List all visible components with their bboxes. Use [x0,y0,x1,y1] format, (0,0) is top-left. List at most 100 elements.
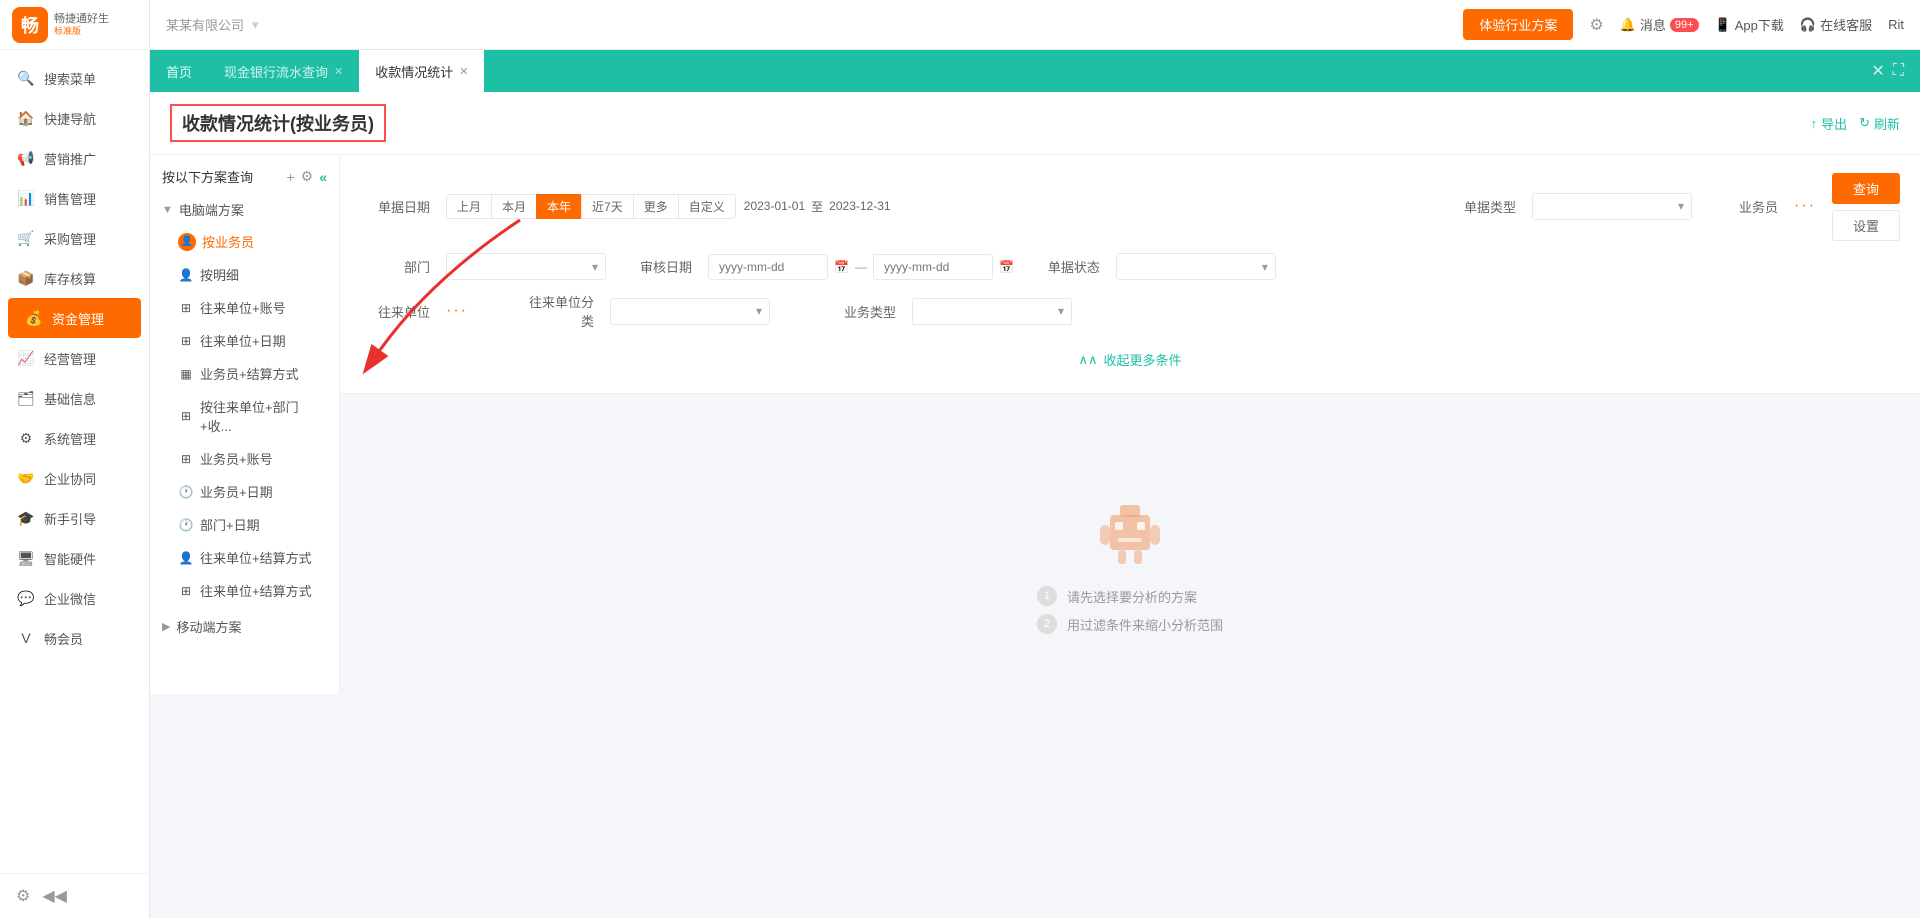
scheme-group-pc-header[interactable]: ▼ 电脑端方案 [150,194,339,225]
active-dot: 👤 [178,233,196,251]
filter-action-buttons: 查询 设置 [1832,171,1900,241]
dept-label: 部门 [360,257,430,276]
inventory-icon: 📦 [16,268,36,288]
doc-status-label: 单据状态 [1030,257,1100,276]
calendar-to-icon[interactable]: 📅 [999,260,1014,274]
sidebar-item-hardware[interactable]: 🖥 智能硬件 [0,538,149,578]
review-date-label: 审核日期 [622,257,692,276]
scheme-panel-wrapper: 按以下方案查询 + ⚙ « ▼ 电脑端方案 [150,155,1920,694]
review-date-from[interactable] [708,254,828,280]
doc-type-select[interactable] [1532,193,1692,220]
scheme-item-by-detail[interactable]: 👤 按明细 [150,258,339,291]
scheme-collapse-icon[interactable]: « [319,169,327,185]
date-tab-more[interactable]: 更多 [633,194,678,219]
logo-icon: 畅 [12,7,48,43]
scheme-item-by-salesman[interactable]: 👤 按业务员 [150,225,339,258]
sidebar-nav: 🔍 搜索菜单 🏠 快捷导航 📢 营销推广 📊 销售管理 🛒 采购管理 📦 [0,50,149,873]
collapse-sidebar-icon[interactable]: ◀◀ [42,886,67,906]
guide-icon: 🎓 [16,508,36,528]
sidebar-footer: ⚙ ◀◀ [0,873,149,918]
partner-dots[interactable]: ··· [446,302,468,320]
clock-icon: 🕐 [178,484,194,500]
tab-receipts-close[interactable]: ✕ [459,65,468,78]
sidebar-item-enterprise[interactable]: 🤝 企业协同 [0,458,149,498]
scheme-group-mobile: ▶ 移动端方案 [150,611,339,642]
sidebar-item-basic[interactable]: 🗂 基础信息 [0,378,149,418]
filter-row-date: 单据日期 上月 本月 本年 近7天 更多 自定义 [360,171,1900,241]
refresh-button[interactable]: ↻ 刷新 [1859,114,1900,133]
scheme-item-partner-settle2[interactable]: ⊞ 往来单位+结算方式 [150,574,339,607]
top-bar: 某某有限公司 ▾ 体验行业方案 ⚙ 🔔 消息 99+ 📱 App下载 🎧 在线客… [150,0,1920,50]
scheme-item-salesman-date[interactable]: 🕐 业务员+日期 [150,475,339,508]
collapse-up-icon: ∧∧ [1078,352,1097,368]
page-content: 收款情况统计(按业务员) ↑ 导出 ↻ 刷新 按以下方 [150,92,1920,918]
dept-select-wrapper [446,253,606,280]
scheme-item-partner-settle1[interactable]: 👤 往来单位+结算方式 [150,541,339,574]
user-avatar[interactable]: Rit [1888,17,1904,32]
tab-home[interactable]: 首页 [150,50,208,92]
tab-close-all-icon[interactable]: ✕ [1871,61,1884,81]
content-area: 1 请先选择要分析的方案 2 用过滤条件来缩小分析范围 [340,394,1920,694]
sidebar-item-guide[interactable]: 🎓 新手引导 [0,498,149,538]
online-service-btn[interactable]: 🎧 在线客服 [1800,15,1872,34]
sidebar-item-operation[interactable]: 📈 经营管理 [0,338,149,378]
date-tab-7days[interactable]: 近7天 [581,194,633,219]
tab-bank-close[interactable]: ✕ [334,65,343,78]
notification-btn[interactable]: 🔔 消息 99+ [1620,15,1699,34]
scheme-item-salesman-settle[interactable]: ▦ 业务员+结算方式 [150,357,339,390]
doc-type-label: 单据类型 [1446,197,1516,216]
review-date-range: 📅 — 📅 [708,254,1014,280]
sidebar-item-search[interactable]: 🔍 搜索菜单 [0,58,149,98]
scheme-item-partner-account[interactable]: ⊞ 往来单位+账号 [150,291,339,324]
clock2-icon: 🕐 [178,517,194,533]
scheme-item-salesman-account[interactable]: ⊞ 业务员+账号 [150,442,339,475]
doc-status-select[interactable] [1116,253,1276,280]
calendar-from-icon[interactable]: 📅 [834,260,849,274]
scheme-item-partner-date[interactable]: ⊞ 往来单位+日期 [150,324,339,357]
trial-button[interactable]: 体验行业方案 [1463,9,1573,40]
tab-fullscreen-icon[interactable]: ⛶ [1893,62,1904,80]
export-button[interactable]: ↑ 导出 [1811,114,1848,133]
sidebar-item-inventory[interactable]: 📦 库存核算 [0,258,149,298]
app-download-btn[interactable]: 📱 App下载 [1715,15,1784,34]
sidebar-item-purchase[interactable]: 🛒 采购管理 [0,218,149,258]
scheme-group-mobile-header[interactable]: ▶ 移动端方案 [150,611,339,642]
sidebar-item-quicknav[interactable]: 🏠 快捷导航 [0,98,149,138]
settings-icon[interactable]: ⚙ [1589,15,1603,35]
partner-category-select-wrapper [610,298,770,325]
sidebar-item-finance[interactable]: 💰 资金管理 [8,298,141,338]
filter-panel: 单据日期 上月 本月 本年 近7天 更多 自定义 [340,155,1920,394]
scheme-item-partner-dept[interactable]: ⊞ 按往来单位+部门+收... [150,390,339,442]
salesman-dots[interactable]: ··· [1794,197,1816,215]
date-tab-this-year[interactable]: 本年 [536,194,581,219]
date-tab-custom[interactable]: 自定义 [678,194,736,219]
system-icon: ⚙ [16,428,36,448]
sidebar-item-marketing[interactable]: 📢 营销推广 [0,138,149,178]
date-tab-last-month[interactable]: 上月 [446,194,491,219]
sidebar-item-vip[interactable]: V 畅会员 [0,618,149,658]
scheme-item-dept-date[interactable]: 🕐 部门+日期 [150,508,339,541]
biz-type-select[interactable] [912,298,1072,325]
sidebar-item-sales[interactable]: 📊 销售管理 [0,178,149,218]
settings-button[interactable]: 设置 [1832,210,1900,241]
date-range: 2023-01-01 至 2023-12-31 [744,198,891,215]
settings-footer-icon[interactable]: ⚙ [16,886,30,906]
search-icon: 🔍 [16,68,36,88]
breadcrumb: 某某有限公司 ▾ [166,15,1451,34]
collapse-filters-btn[interactable]: ∧∧ 收起更多条件 [360,342,1900,377]
sidebar-item-wechat[interactable]: 💬 企业微信 [0,578,149,618]
app-logo: 畅 畅捷通好生 标准版 [0,0,149,50]
sidebar-item-system[interactable]: ⚙ 系统管理 [0,418,149,458]
vip-icon: V [16,628,36,648]
scheme-settings-icon[interactable]: ⚙ [301,168,314,185]
dept-select[interactable] [446,253,606,280]
tab-bank[interactable]: 现金银行流水查询 ✕ [208,50,359,92]
basic-icon: 🗂 [16,388,36,408]
tab-receipts[interactable]: 收款情况统计 ✕ [359,50,484,92]
partner-category-select[interactable] [610,298,770,325]
scheme-add-icon[interactable]: + [286,169,294,185]
scheme-actions: + ⚙ « [286,168,327,185]
date-tab-this-month[interactable]: 本月 [491,194,536,219]
review-date-to[interactable] [873,254,993,280]
query-button[interactable]: 查询 [1832,173,1900,204]
